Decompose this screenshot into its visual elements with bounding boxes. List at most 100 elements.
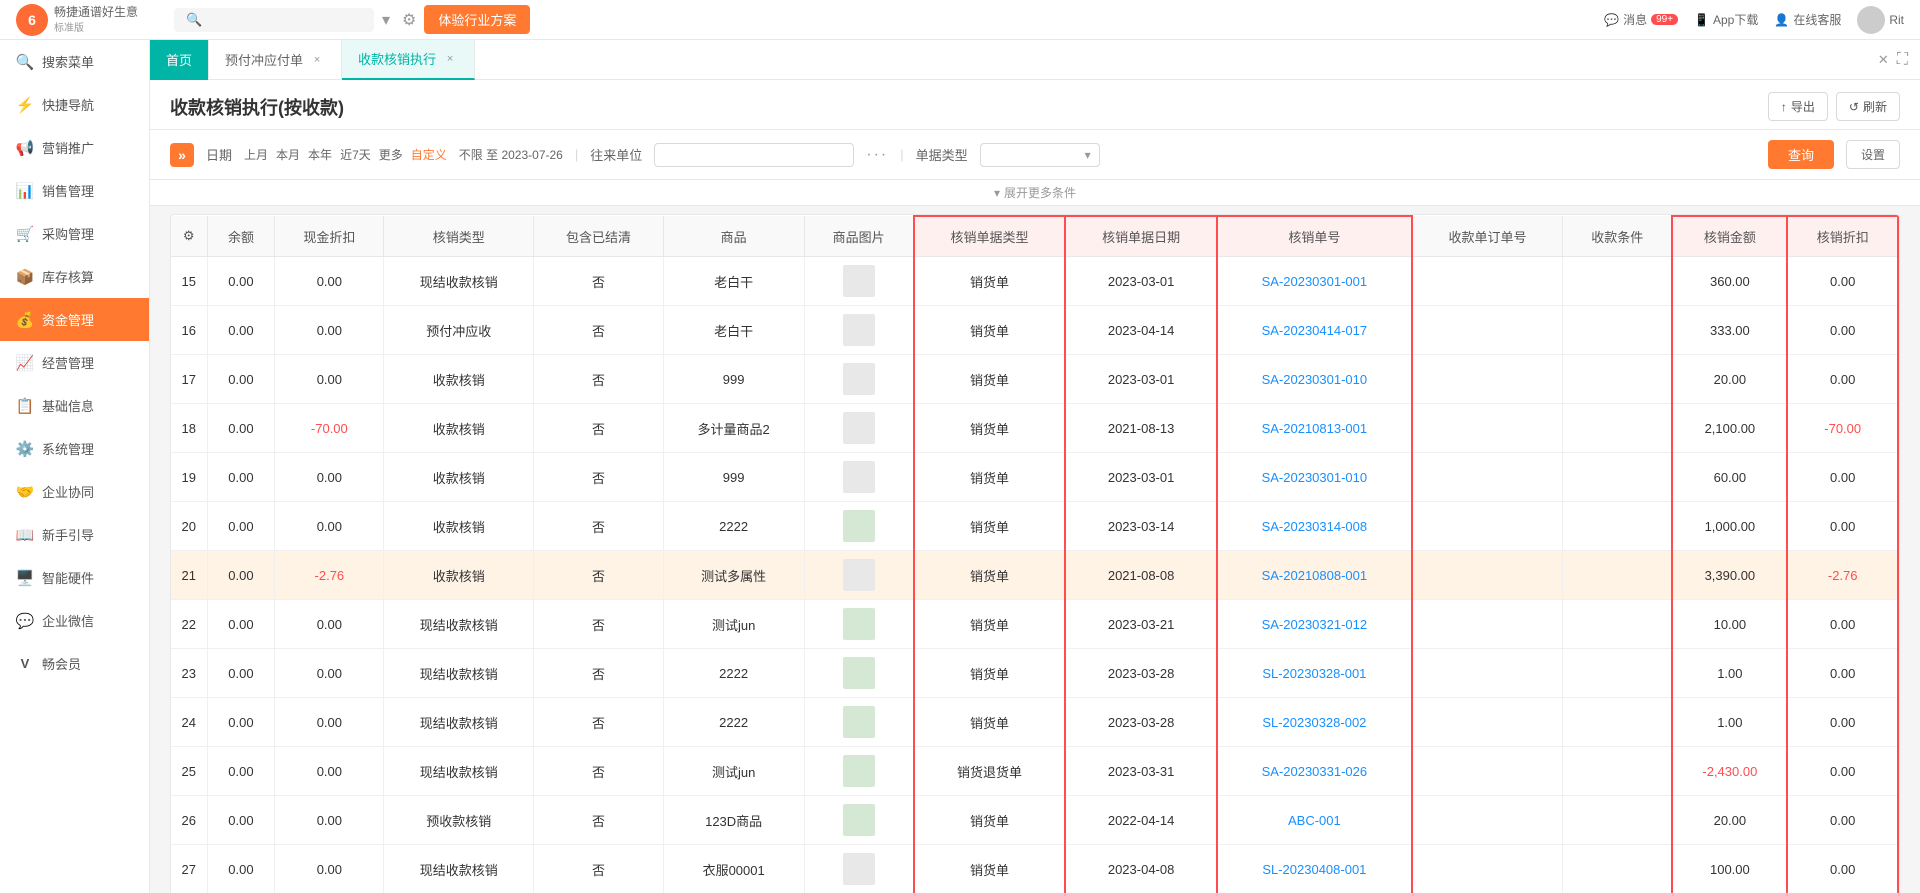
tab-writeoff[interactable]: 收款核销执行 ×	[342, 40, 475, 80]
sidebar-item-basic-info[interactable]: 📋 基础信息	[0, 384, 149, 427]
sidebar-label-purchase: 采购管理	[42, 224, 94, 243]
tab-expand-icon[interactable]: ⛶	[1897, 51, 1908, 69]
cell-writeoff-discount: 0.00	[1787, 796, 1898, 845]
cell-writeoff-no[interactable]: SA-20210813-001	[1217, 404, 1412, 453]
table-row: 17 0.00 0.00 收款核销 否 999 销货单 2023-03-01 S…	[171, 355, 1898, 404]
cell-include-settled: 否	[534, 747, 663, 796]
chevron-down-icon: ▾	[1085, 148, 1091, 162]
cell-writeoff-no[interactable]: SA-20230301-001	[1217, 257, 1412, 306]
col-settings-icon[interactable]: ⚙	[183, 228, 195, 243]
tab-prepay-close[interactable]: ×	[309, 52, 325, 68]
operations-icon: 📈	[16, 354, 34, 372]
cell-row-num: 18	[171, 404, 207, 453]
voucher-type-select[interactable]: ▾	[980, 143, 1100, 167]
cell-writeoff-no[interactable]: SA-20230301-010	[1217, 355, 1412, 404]
table-settings-btn[interactable]: 设置	[1846, 140, 1900, 169]
sidebar-item-purchase[interactable]: 🛒 采购管理	[0, 212, 149, 255]
cell-product: 多计量商品2	[663, 404, 804, 453]
cell-writeoff-no[interactable]: SA-20210808-001	[1217, 551, 1412, 600]
refresh-btn[interactable]: ↺ 刷新	[1836, 92, 1900, 121]
sidebar-item-member[interactable]: V 畅会员	[0, 642, 149, 685]
cell-writeoff-date: 2022-04-14	[1065, 796, 1217, 845]
tab-home[interactable]: 首页	[150, 40, 209, 80]
filter-this-year[interactable]: 本年	[308, 146, 332, 163]
cell-writeoff-no[interactable]: SL-20230408-001	[1217, 845, 1412, 893]
partner-input[interactable]	[654, 143, 854, 167]
filter-custom[interactable]: 自定义	[411, 146, 447, 163]
expand-more-bar: ▾ 展开更多条件	[150, 180, 1920, 206]
cell-writeoff-voucher-type: 销货单	[914, 355, 1066, 404]
message-icon: 💬	[1604, 13, 1619, 27]
sidebar-item-guide[interactable]: 📖 新手引导	[0, 513, 149, 556]
export-btn[interactable]: ↑ 导出	[1768, 92, 1828, 121]
tab-close-all-icon[interactable]: ✕	[1878, 52, 1889, 68]
cell-writeoff-no[interactable]: ABC-001	[1217, 796, 1412, 845]
sidebar-item-hardware[interactable]: 🖥️ 智能硬件	[0, 556, 149, 599]
cell-writeoff-no[interactable]: SL-20230328-002	[1217, 698, 1412, 747]
online-service-group[interactable]: 👤 在线客服	[1774, 11, 1841, 28]
th-include-settled: 包含已结清	[534, 216, 663, 257]
cell-writeoff-date: 2023-03-14	[1065, 502, 1217, 551]
sidebar-item-inventory[interactable]: 📦 库存核算	[0, 255, 149, 298]
dropdown-icon[interactable]: ▾	[382, 10, 390, 30]
filter-expand-btn[interactable]: »	[170, 143, 194, 167]
cell-writeoff-type: 预收款核销	[384, 796, 534, 845]
export-icon: ↑	[1781, 100, 1787, 114]
filter-more[interactable]: 更多	[379, 146, 403, 163]
th-balance: 余额	[207, 216, 275, 257]
message-group[interactable]: 💬 消息 99+	[1604, 11, 1678, 28]
refresh-icon: ↺	[1849, 100, 1859, 114]
cell-product-img	[804, 257, 914, 306]
cell-writeoff-discount: 0.00	[1787, 306, 1898, 355]
cell-writeoff-no[interactable]: SL-20230328-001	[1217, 649, 1412, 698]
sidebar-item-search[interactable]: 🔍 搜索菜单	[0, 40, 149, 83]
tab-prepay[interactable]: 预付冲应付单 ×	[209, 40, 342, 80]
filter-last-month[interactable]: 上月	[244, 146, 268, 163]
cell-writeoff-no[interactable]: SA-20230321-012	[1217, 600, 1412, 649]
user-info[interactable]: Rit	[1857, 6, 1904, 34]
cell-product-img	[804, 502, 914, 551]
cell-cash-discount: -2.76	[275, 551, 384, 600]
cell-receipt-condition	[1563, 502, 1673, 551]
sidebar-item-quick-nav[interactable]: ⚡ 快捷导航	[0, 83, 149, 126]
cell-include-settled: 否	[534, 649, 663, 698]
search-area[interactable]: 🔍	[174, 8, 374, 32]
settings-gear-icon[interactable]: ⚙	[402, 10, 416, 30]
expand-more-btn[interactable]: ▾ 展开更多条件	[994, 184, 1076, 201]
sidebar-item-sales[interactable]: 📊 销售管理	[0, 169, 149, 212]
sidebar-item-marketing[interactable]: 📢 营销推广	[0, 126, 149, 169]
cell-writeoff-discount: -2.76	[1787, 551, 1898, 600]
app-download-group[interactable]: 📱 App下载	[1694, 11, 1758, 28]
sidebar-item-system[interactable]: ⚙️ 系统管理	[0, 427, 149, 470]
cell-writeoff-no[interactable]: SA-20230414-017	[1217, 306, 1412, 355]
cell-writeoff-no[interactable]: SA-20230331-026	[1217, 747, 1412, 796]
filter-7days[interactable]: 近7天	[340, 146, 371, 163]
user-name: Rit	[1889, 13, 1904, 27]
cell-product: 测试jun	[663, 747, 804, 796]
sidebar-label-inventory: 库存核算	[42, 267, 94, 286]
sidebar-item-wechat[interactable]: 💬 企业微信	[0, 599, 149, 642]
cell-balance: 0.00	[207, 257, 275, 306]
th-receipt-condition: 收款条件	[1563, 216, 1673, 257]
app-icon: 📱	[1694, 13, 1709, 27]
cell-include-settled: 否	[534, 796, 663, 845]
filter-this-month[interactable]: 本月	[276, 146, 300, 163]
cell-row-num: 16	[171, 306, 207, 355]
tab-writeoff-close[interactable]: ×	[442, 51, 458, 67]
cell-include-settled: 否	[534, 355, 663, 404]
cell-writeoff-type: 预付冲应收	[384, 306, 534, 355]
cell-writeoff-amount: 60.00	[1672, 453, 1787, 502]
sidebar-item-operations[interactable]: 📈 经营管理	[0, 341, 149, 384]
wechat-icon: 💬	[16, 612, 34, 630]
member-icon: V	[16, 655, 34, 673]
top-bar: 6 畅捷通谱好生意 标准版 🔍 ▾ ⚙ 体验行业方案 💬 消息 99+ 📱 Ap…	[0, 0, 1920, 40]
sidebar-item-finance[interactable]: 💰 资金管理	[0, 298, 149, 341]
cell-writeoff-no[interactable]: SA-20230301-010	[1217, 453, 1412, 502]
table-header-row: ⚙ 余额 现金折扣 核销类型 包含已结清 商品 商品图片 核销单据类型 核销单据…	[171, 216, 1898, 257]
query-btn[interactable]: 查询	[1768, 140, 1834, 169]
table-area: ⚙ 余额 现金折扣 核销类型 包含已结清 商品 商品图片 核销单据类型 核销单据…	[150, 206, 1920, 893]
sidebar-item-enterprise[interactable]: 🤝 企业协同	[0, 470, 149, 513]
search-menu-icon: 🔍	[16, 53, 34, 71]
industry-btn[interactable]: 体验行业方案	[424, 5, 530, 34]
cell-writeoff-no[interactable]: SA-20230314-008	[1217, 502, 1412, 551]
